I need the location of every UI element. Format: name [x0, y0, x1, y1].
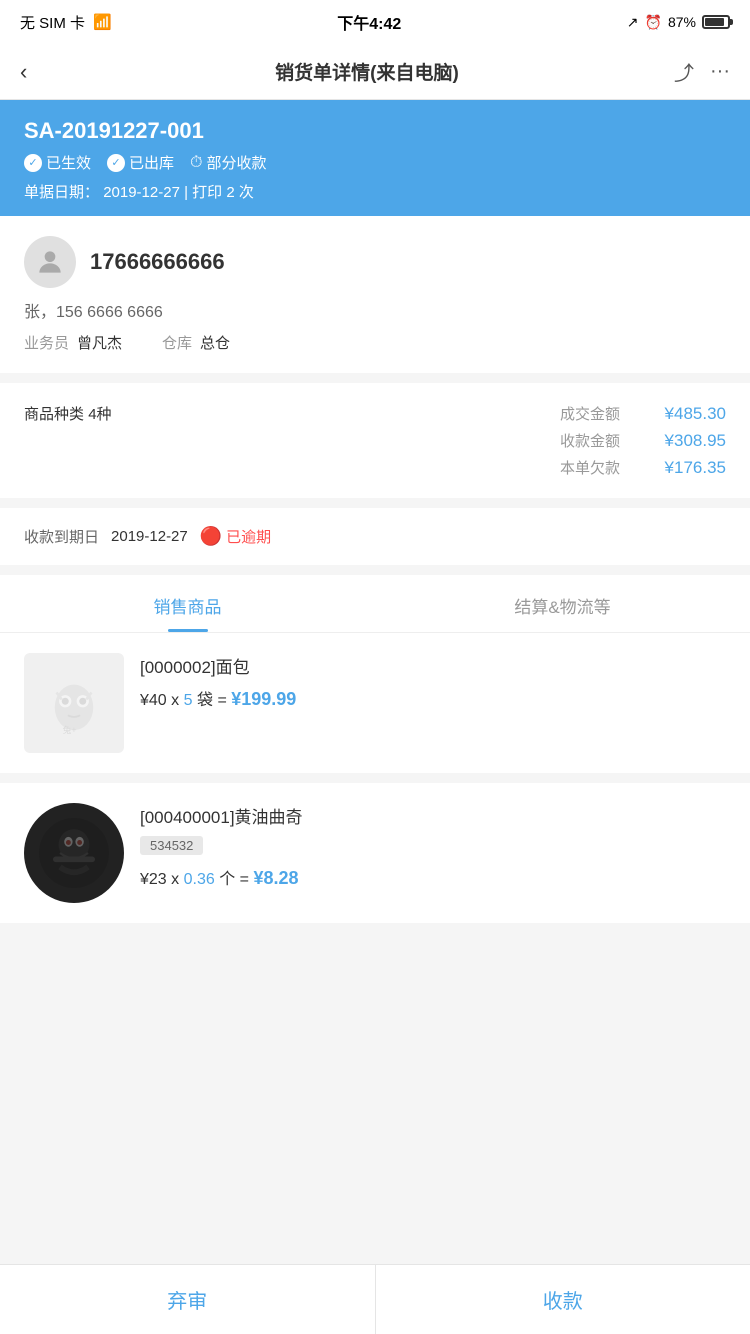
wifi-icon: 📶: [93, 13, 112, 31]
clock-icon: ⏱: [190, 154, 202, 172]
product-item-2: [000400001]黄油曲奇 534532 ¥23 x 0.36 个 = ¥8…: [0, 783, 750, 923]
bottom-bar: 弃审 收款: [0, 1264, 750, 1334]
product-qty-1: 5: [184, 692, 193, 709]
customer-name: 17666666666: [90, 249, 225, 275]
page-title: 销货单详情(来自电脑): [275, 58, 459, 85]
status-time: 下午4:42: [337, 10, 401, 34]
product-price-1: ¥40 x 5 袋 = ¥199.99: [140, 686, 726, 710]
summary-left: 商品种类 4种: [24, 403, 112, 424]
location-icon: ↗: [627, 14, 639, 31]
salesperson-label: 业务员: [24, 332, 69, 353]
product-kinds: 商品种类 4种: [24, 403, 112, 424]
product-thumb-2: [24, 803, 124, 903]
warehouse-item: 仓库 总仓: [162, 332, 230, 353]
customer-detail: 张，156 6666 6666: [24, 298, 726, 322]
status-partial: ⏱ 部分收款: [190, 152, 267, 173]
status-activated: ✓ 已生效: [24, 152, 91, 173]
overdue-text: 已逾期: [226, 526, 271, 547]
product-thumb-1: 兔+: [24, 653, 124, 753]
warehouse-label: 仓库: [162, 332, 192, 353]
battery-fill: [705, 18, 724, 26]
product-name-2: [000400001]黄油曲奇: [140, 803, 726, 828]
more-icon[interactable]: ···: [710, 60, 730, 83]
overdue-icon: 🔴: [200, 526, 222, 547]
deal-amount-row: 成交金额 ¥485.30: [560, 403, 726, 424]
order-status-row: ✓ 已生效 ✓ 已出库 ⏱ 部分收款: [24, 152, 726, 173]
check-icon-1: ✓: [24, 154, 42, 172]
status-bar: 无 SIM 卡 📶 下午4:42 ↗ ⏰ 87%: [0, 0, 750, 44]
salesperson-item: 业务员 曾凡杰: [24, 332, 122, 353]
product-item: 兔+ [0000002]面包 ¥40 x 5 袋 = ¥199.99: [0, 633, 750, 773]
customer-meta-row: 业务员 曾凡杰 仓库 总仓: [24, 332, 726, 353]
nav-bar: ‹ 销货单详情(来自电脑) ⤴ ···: [0, 44, 750, 100]
product-total-1: ¥199.99: [231, 689, 296, 709]
avatar: [24, 236, 76, 288]
product-info-2: [000400001]黄油曲奇 534532 ¥23 x 0.36 个 = ¥8…: [140, 803, 726, 889]
salesperson-value: 曾凡杰: [77, 332, 122, 353]
product-name-1: [0000002]面包: [140, 653, 726, 678]
due-date: 2019-12-27: [111, 528, 188, 545]
order-id: SA-20191227-001: [24, 118, 726, 144]
tab-products[interactable]: 销售商品: [0, 575, 375, 632]
debt-label: 本单欠款: [560, 457, 620, 478]
back-button[interactable]: ‹: [20, 59, 60, 85]
receive-amount-row: 收款金额 ¥308.95: [560, 430, 726, 451]
svg-text:兔+: 兔+: [63, 724, 77, 735]
summary-section: 商品种类 4种 成交金额 ¥485.30 收款金额 ¥308.95 本单欠款 ¥…: [0, 383, 750, 498]
receive-label: 收款金额: [560, 430, 620, 451]
status-left: 无 SIM 卡 📶: [20, 12, 112, 33]
debt-value: ¥176.35: [636, 458, 726, 478]
products-list: 兔+ [0000002]面包 ¥40 x 5 袋 = ¥199.99: [0, 633, 750, 923]
summary-right: 成交金额 ¥485.30 收款金额 ¥308.95 本单欠款 ¥176.35: [560, 403, 726, 478]
product-info-1: [0000002]面包 ¥40 x 5 袋 = ¥199.99: [140, 653, 726, 710]
customer-section: 17666666666 张，156 6666 6666 业务员 曾凡杰 仓库 总…: [0, 216, 750, 373]
debt-amount-row: 本单欠款 ¥176.35: [560, 457, 726, 478]
order-meta: 单据日期： 2019-12-27 | 打印 2 次: [24, 181, 726, 202]
product-total-2: ¥8.28: [253, 868, 298, 888]
nav-actions: ⤴ ···: [674, 57, 730, 86]
product-price-2: ¥23 x 0.36 个 = ¥8.28: [140, 865, 726, 889]
receive-value: ¥308.95: [636, 431, 726, 451]
tabs-container: 销售商品 结算&物流等: [0, 575, 750, 633]
share-icon[interactable]: ⤴: [674, 57, 694, 86]
alarm-icon: ⏰: [645, 14, 662, 31]
due-label: 收款到期日: [24, 526, 99, 547]
due-section: 收款到期日 2019-12-27 🔴 已逾期: [0, 508, 750, 565]
order-header: SA-20191227-001 ✓ 已生效 ✓ 已出库 ⏱ 部分收款 单据日期：…: [0, 100, 750, 216]
tab-settlement[interactable]: 结算&物流等: [375, 575, 750, 632]
battery-bar: [702, 15, 730, 29]
status-right: ↗ ⏰ 87%: [627, 14, 730, 31]
check-icon-2: ✓: [107, 154, 125, 172]
collect-button[interactable]: 收款: [376, 1265, 750, 1334]
overdue-badge: 🔴 已逾期: [200, 526, 271, 547]
customer-row: 17666666666: [24, 236, 726, 288]
deal-label: 成交金额: [560, 403, 620, 424]
product-qty-2: 0.36: [184, 871, 215, 888]
warehouse-value: 总仓: [200, 332, 230, 353]
status-shipped: ✓ 已出库: [107, 152, 174, 173]
product-sku-2: 534532: [140, 836, 203, 855]
battery-percent: 87%: [668, 14, 696, 30]
carrier-text: 无 SIM 卡: [20, 12, 85, 33]
reject-button[interactable]: 弃审: [0, 1265, 376, 1334]
deal-value: ¥485.30: [636, 404, 726, 424]
